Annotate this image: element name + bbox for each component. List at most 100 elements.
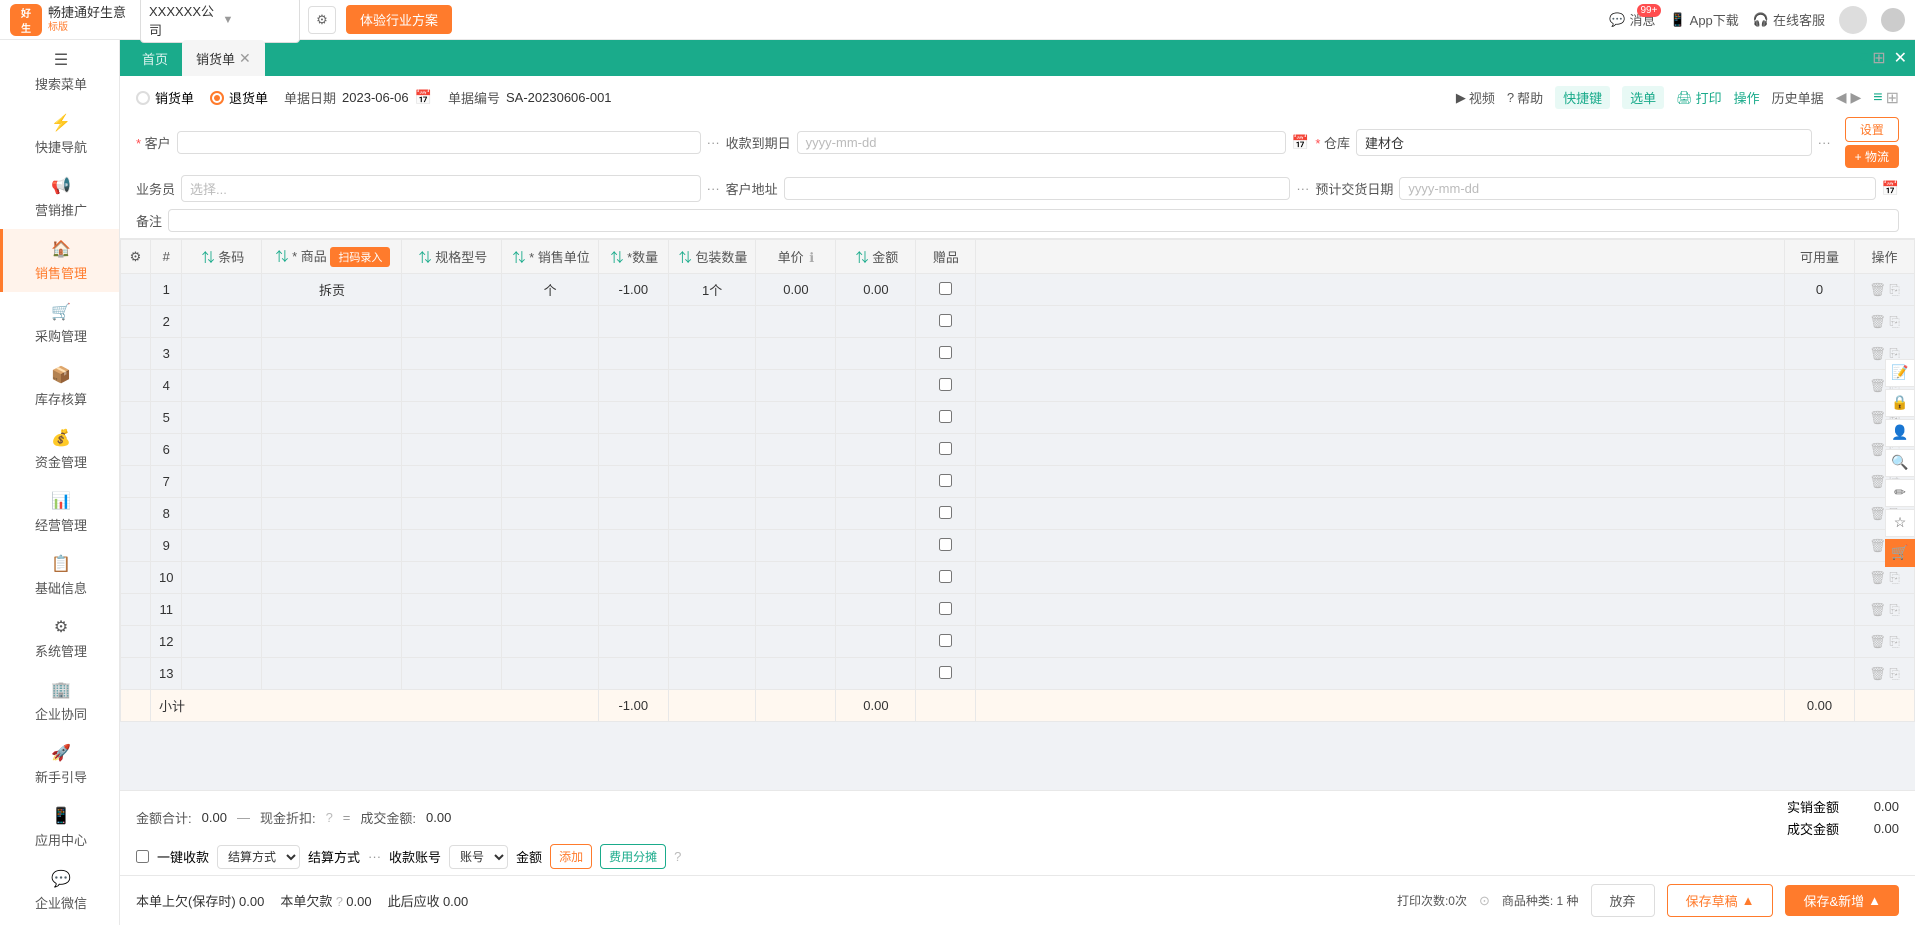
account-more-btn[interactable]: ··· — [368, 849, 381, 864]
row-qty[interactable] — [598, 594, 668, 626]
row-unit[interactable] — [502, 658, 598, 690]
row-barcode[interactable] — [182, 370, 262, 402]
message-btn[interactable]: 💬 消息 99+ — [1609, 10, 1655, 29]
sidebar-item-guide[interactable]: 🚀 新手引导 — [0, 733, 119, 796]
row-amount[interactable] — [836, 498, 916, 530]
row-spec[interactable] — [402, 658, 502, 690]
float-btn-orange[interactable]: 🛒 — [1885, 539, 1915, 567]
row-remark[interactable] — [976, 498, 1785, 530]
row-gift[interactable] — [916, 594, 976, 626]
row-product[interactable] — [262, 306, 402, 338]
row-unit[interactable] — [502, 562, 598, 594]
row-gift[interactable] — [916, 498, 976, 530]
row-spec[interactable] — [402, 434, 502, 466]
trial-button[interactable]: 体验行业方案 — [346, 5, 452, 34]
customer-addr-input[interactable] — [784, 177, 1291, 200]
row-pack-qty[interactable] — [668, 466, 756, 498]
sort-amount-icon[interactable]: ⇅ — [856, 250, 869, 265]
row-qty[interactable]: -1.00 — [598, 274, 668, 306]
row-barcode[interactable] — [182, 338, 262, 370]
delete-row-btn[interactable]: 🗑 — [1869, 442, 1886, 457]
row-qty[interactable] — [598, 498, 668, 530]
row-product[interactable] — [262, 402, 402, 434]
row-barcode[interactable] — [182, 562, 262, 594]
row-unit[interactable] — [502, 594, 598, 626]
tab-close-all-btn[interactable]: ✕ — [1894, 48, 1907, 68]
view-table-btn[interactable]: ≡ — [1873, 89, 1882, 107]
row-qty[interactable] — [598, 402, 668, 434]
copy-row-btn[interactable]: ⎘ — [1889, 634, 1899, 649]
row-remark[interactable] — [976, 530, 1785, 562]
total-due-info[interactable]: ? — [336, 894, 343, 909]
sort-pack-icon[interactable]: ⇅ — [679, 250, 692, 265]
row-pack-qty[interactable] — [668, 562, 756, 594]
next-page-btn[interactable]: ▶ — [1850, 89, 1861, 106]
setup-btn[interactable]: 设置 — [1845, 117, 1899, 142]
row-spec[interactable] — [402, 530, 502, 562]
radio-return[interactable]: 退货单 — [210, 88, 268, 107]
row-remark[interactable] — [976, 658, 1785, 690]
row-barcode[interactable] — [182, 434, 262, 466]
sidebar-item-quick-nav[interactable]: ⚡ 快捷导航 — [0, 103, 119, 166]
shortcut-btn[interactable]: 快捷键 — [1555, 86, 1610, 109]
row-pack-qty[interactable] — [668, 594, 756, 626]
salesperson-more-btn[interactable]: ··· — [707, 181, 720, 196]
sort-product-icon[interactable]: ⇅ — [276, 249, 289, 264]
row-pack-qty[interactable] — [668, 338, 756, 370]
sidebar-item-marketing[interactable]: 📢 营销推广 — [0, 166, 119, 229]
warehouse-input[interactable]: 建材仓 — [1356, 129, 1812, 156]
row-amount[interactable] — [836, 434, 916, 466]
row-price[interactable] — [756, 658, 836, 690]
row-unit[interactable] — [502, 498, 598, 530]
row-spec[interactable] — [402, 370, 502, 402]
row-qty[interactable] — [598, 306, 668, 338]
row-qty[interactable] — [598, 626, 668, 658]
row-qty[interactable] — [598, 530, 668, 562]
customer-input[interactable] — [177, 131, 701, 154]
order-num-value[interactable]: SA-20230606-001 — [506, 90, 612, 105]
row-qty[interactable] — [598, 466, 668, 498]
row-price[interactable]: 0.00 — [756, 274, 836, 306]
row-pack-qty[interactable] — [668, 370, 756, 402]
tab-close-btn[interactable]: ✕ — [239, 50, 251, 67]
row-product[interactable] — [262, 594, 402, 626]
video-btn[interactable]: ▶ 视频 — [1456, 88, 1495, 107]
row-gift[interactable] — [916, 434, 976, 466]
tab-home[interactable]: 首页 — [128, 40, 182, 76]
row-price[interactable] — [756, 594, 836, 626]
row-barcode[interactable] — [182, 658, 262, 690]
save-new-btn[interactable]: 保存&新增 ▲ — [1785, 885, 1899, 916]
row-product[interactable]: 拆贡 — [262, 274, 402, 306]
row-pack-qty[interactable] — [668, 434, 756, 466]
expected-date-input[interactable]: yyyy-mm-dd — [1399, 177, 1875, 200]
delete-row-btn[interactable]: 🗑 — [1869, 282, 1886, 297]
row-barcode[interactable] — [182, 498, 262, 530]
row-qty[interactable] — [598, 338, 668, 370]
row-product[interactable] — [262, 466, 402, 498]
row-amount[interactable]: 0.00 — [836, 274, 916, 306]
print-btn[interactable]: 🖨 打印 — [1676, 88, 1722, 107]
row-remark[interactable] — [976, 562, 1785, 594]
settings-icon-btn[interactable]: ⚙ — [308, 6, 336, 34]
sort-barcode-icon[interactable]: ⇅ — [202, 250, 215, 265]
row-qty[interactable] — [598, 370, 668, 402]
copy-row-btn[interactable]: ⎘ — [1889, 666, 1899, 681]
sidebar-item-sales[interactable]: 🏠 销售管理 — [0, 229, 119, 292]
row-product[interactable] — [262, 498, 402, 530]
avatar[interactable] — [1839, 6, 1867, 34]
row-spec[interactable] — [402, 306, 502, 338]
delete-row-btn[interactable]: 🗑 — [1869, 506, 1886, 521]
row-product[interactable] — [262, 434, 402, 466]
view-list-btn[interactable]: ≡ — [1860, 49, 1869, 67]
row-unit[interactable] — [502, 434, 598, 466]
view-card-btn[interactable]: ⊞ — [1886, 88, 1899, 108]
row-amount[interactable] — [836, 594, 916, 626]
delete-row-btn[interactable]: 🗑 — [1869, 634, 1886, 649]
row-remark[interactable] — [976, 626, 1785, 658]
row-product[interactable] — [262, 626, 402, 658]
row-qty[interactable] — [598, 562, 668, 594]
row-price[interactable] — [756, 338, 836, 370]
avatar2[interactable] — [1881, 8, 1905, 32]
row-amount[interactable] — [836, 338, 916, 370]
sidebar-item-inventory[interactable]: 📦 库存核算 — [0, 355, 119, 418]
